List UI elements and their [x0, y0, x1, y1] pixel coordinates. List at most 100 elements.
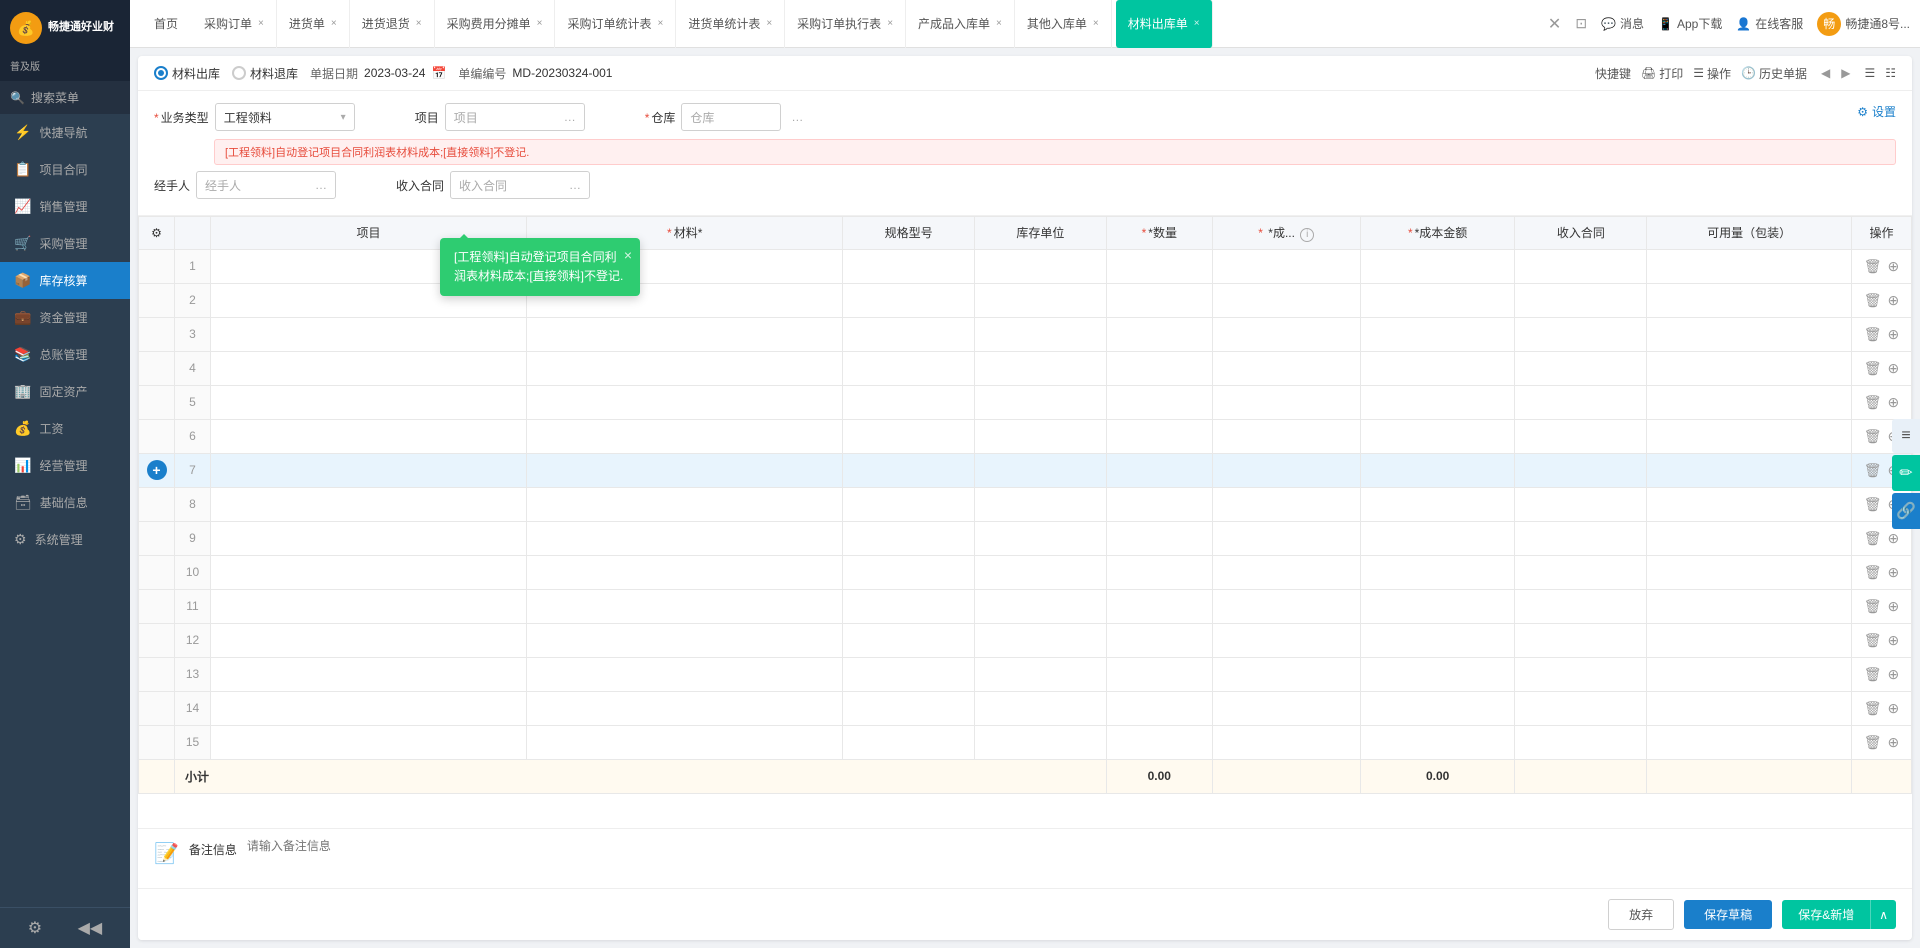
tab-purchase-expense[interactable]: 采购费用分摊单 × [435, 0, 556, 48]
delete-row-btn[interactable]: 🗑 [1864, 496, 1882, 513]
tab-purchase-order[interactable]: 采购订单 × [192, 0, 277, 48]
income-contract-cell[interactable] [1515, 691, 1647, 725]
copy-row-btn[interactable]: ⊕ [1888, 564, 1900, 581]
income-contract-cell[interactable] [1515, 283, 1647, 317]
quantity-cell[interactable] [1106, 453, 1212, 487]
row-settings-cell[interactable] [139, 487, 175, 521]
quantity-cell[interactable] [1106, 419, 1212, 453]
available-cell[interactable] [1647, 419, 1852, 453]
income-contract-cell[interactable] [1515, 249, 1647, 283]
save-new-arrow[interactable]: ∧ [1870, 900, 1896, 929]
cost-price-cell[interactable] [1212, 351, 1360, 385]
radio-material-return[interactable]: 材料退库 [232, 65, 298, 82]
warehouse-unit-cell[interactable] [975, 555, 1107, 589]
project-cell[interactable] [211, 453, 527, 487]
copy-row-btn[interactable]: ⊕ [1888, 530, 1900, 547]
table-row[interactable]: 3 🗑 ⊕ [139, 317, 1912, 351]
quantity-cell[interactable] [1106, 385, 1212, 419]
row-settings-cell[interactable] [139, 725, 175, 759]
table-row[interactable]: + 7 🗑 ⊕ [139, 453, 1912, 487]
cost-amount-cell[interactable] [1360, 487, 1515, 521]
row-settings-cell[interactable] [139, 419, 175, 453]
print-btn[interactable]: 🖨 打印 [1641, 65, 1683, 82]
income-contract-input[interactable]: 收入合同 … [450, 171, 590, 199]
sidebar-item-salary[interactable]: 💰 工资 [0, 410, 130, 447]
history-btn[interactable]: 🕒 历史单据 [1741, 65, 1807, 82]
spec-cell[interactable] [843, 419, 975, 453]
warehouse-unit-cell[interactable] [975, 725, 1107, 759]
income-contract-cell[interactable] [1515, 317, 1647, 351]
income-contract-cell[interactable] [1515, 487, 1647, 521]
material-cell[interactable] [527, 351, 843, 385]
tab-material-out[interactable]: 材料出库单 × [1116, 0, 1213, 48]
cost-amount-cell[interactable] [1360, 521, 1515, 555]
warehouse-unit-cell[interactable] [975, 453, 1107, 487]
tab-goods-in-stat[interactable]: 进货单统计表 × [676, 0, 785, 48]
cost-price-cell[interactable] [1212, 691, 1360, 725]
delete-row-btn[interactable]: 🗑 [1864, 564, 1882, 581]
quantity-cell[interactable] [1106, 555, 1212, 589]
discard-button[interactable]: 放弃 [1608, 899, 1674, 930]
copy-row-btn[interactable]: ⊕ [1888, 360, 1900, 377]
cost-price-cell[interactable] [1212, 453, 1360, 487]
copy-row-btn[interactable]: ⊕ [1888, 292, 1900, 309]
warehouse-unit-cell[interactable] [975, 589, 1107, 623]
delete-row-btn[interactable]: 🗑 [1864, 258, 1882, 275]
spec-cell[interactable] [843, 555, 975, 589]
warehouse-unit-cell[interactable] [975, 249, 1107, 283]
cost-price-cell[interactable] [1212, 317, 1360, 351]
cost-amount-cell[interactable] [1360, 351, 1515, 385]
row-settings-cell[interactable] [139, 521, 175, 555]
spec-cell[interactable] [843, 589, 975, 623]
warehouse-unit-cell[interactable] [975, 351, 1107, 385]
copy-row-btn[interactable]: ⊕ [1888, 258, 1900, 275]
material-cell[interactable] [527, 691, 843, 725]
sidebar-item-purchase[interactable]: 🛒 采购管理 [0, 225, 130, 262]
warehouse-unit-cell[interactable] [975, 487, 1107, 521]
material-cell[interactable] [527, 623, 843, 657]
project-cell[interactable] [211, 725, 527, 759]
app-download-btn[interactable]: 📱 App下载 [1658, 15, 1722, 32]
sidebar-item-inventory[interactable]: 📦 库存核算 [0, 262, 130, 299]
close-other-in[interactable]: × [1093, 18, 1099, 29]
cost-amount-cell[interactable] [1360, 419, 1515, 453]
warehouse-unit-cell[interactable] [975, 521, 1107, 555]
collapse-btn[interactable]: ◀◀ [78, 918, 103, 938]
cost-price-cell[interactable] [1212, 283, 1360, 317]
sidebar-item-sys-mgmt[interactable]: ⚙ 系统管理 [0, 521, 130, 558]
delete-row-btn[interactable]: 🗑 [1864, 326, 1882, 343]
income-contract-cell[interactable] [1515, 453, 1647, 487]
sidebar-item-fixed-assets[interactable]: 🏢 固定资产 [0, 373, 130, 410]
available-cell[interactable] [1647, 385, 1852, 419]
copy-row-btn[interactable]: ⊕ [1888, 734, 1900, 751]
material-cell[interactable] [527, 555, 843, 589]
row-settings-cell[interactable] [139, 691, 175, 725]
row-settings-cell[interactable] [139, 317, 175, 351]
date-value[interactable]: 2023-03-24 [364, 66, 425, 80]
row-settings-cell[interactable] [139, 657, 175, 691]
spec-cell[interactable] [843, 487, 975, 521]
calendar-icon[interactable]: 📅 [431, 66, 446, 80]
sidebar-item-quick-nav[interactable]: ⚡ 快捷导航 [0, 114, 130, 151]
close-goods-in-stat[interactable]: × [766, 18, 772, 29]
quantity-cell[interactable] [1106, 691, 1212, 725]
quantity-cell[interactable] [1106, 249, 1212, 283]
cost-amount-cell[interactable] [1360, 453, 1515, 487]
spec-cell[interactable] [843, 691, 975, 725]
close-goods-in[interactable]: × [331, 18, 337, 29]
copy-row-btn[interactable]: ⊕ [1888, 326, 1900, 343]
cost-price-cell[interactable] [1212, 521, 1360, 555]
cost-price-cell[interactable] [1212, 249, 1360, 283]
delete-row-btn[interactable]: 🗑 [1864, 734, 1882, 751]
income-contract-cell[interactable] [1515, 657, 1647, 691]
table-row[interactable]: 13 🗑 ⊕ [139, 657, 1912, 691]
project-cell[interactable] [211, 589, 527, 623]
delete-row-btn[interactable]: 🗑 [1864, 666, 1882, 683]
table-row[interactable]: 11 🗑 ⊕ [139, 589, 1912, 623]
project-cell[interactable] [211, 521, 527, 555]
side-tool-3[interactable]: 🔗 [1892, 493, 1920, 529]
online-service-btn[interactable]: 👤 在线客服 [1736, 15, 1803, 32]
table-row[interactable]: 10 🗑 ⊕ [139, 555, 1912, 589]
sidebar-item-ledger[interactable]: 📚 总账管理 [0, 336, 130, 373]
table-row[interactable]: 5 🗑 ⊕ [139, 385, 1912, 419]
